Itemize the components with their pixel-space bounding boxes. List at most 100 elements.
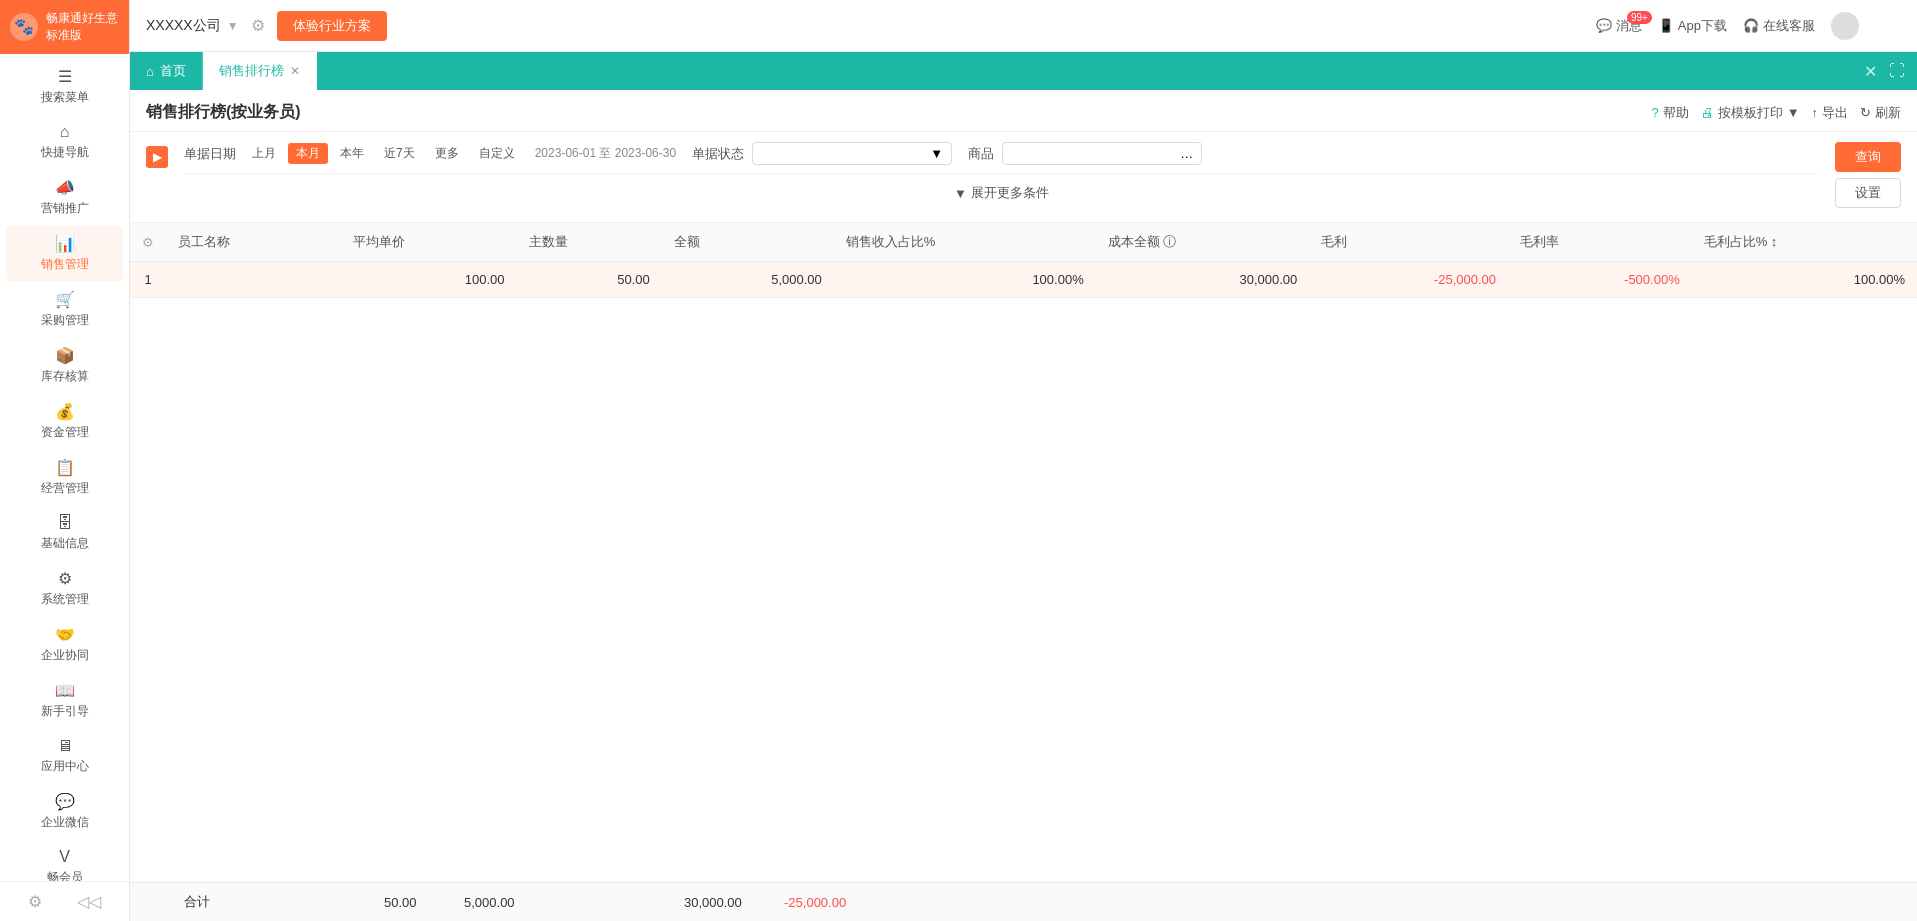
col-quantity: 主数量 xyxy=(517,223,662,262)
col-amount: 全额 xyxy=(662,223,834,262)
refresh-button[interactable]: ↻ 刷新 xyxy=(1860,104,1901,122)
sidebar-item-5[interactable]: 📦 库存核算 xyxy=(6,338,123,393)
nav-label-6: 资金管理 xyxy=(41,424,89,441)
nav-label-8: 基础信息 xyxy=(41,535,89,552)
nav-icon-13: 💬 xyxy=(55,792,75,811)
cell-gross-ratio: 100.00% xyxy=(1692,262,1917,298)
sidebar-item-14[interactable]: V 畅会员 xyxy=(6,840,123,881)
sidebar-item-3[interactable]: 📊销售管理 xyxy=(6,226,123,281)
tab-bar-controls: ✕ ⛶ xyxy=(1864,62,1917,81)
tab-bar: ⌂ 首页 销售排行榜 ✕ ✕ ⛶ xyxy=(130,52,1917,90)
print-chevron-icon: ▼ xyxy=(1787,105,1800,120)
user-avatar[interactable] xyxy=(1831,12,1859,40)
company-name: XXXXX公司 xyxy=(146,17,221,35)
nav-label-3: 销售管理 xyxy=(41,256,89,273)
col-cost: 成本全额 ⓘ xyxy=(1096,223,1310,262)
header-right: 💬 消息 99+ 📱 App下载 🎧 在线客服 xyxy=(1596,12,1901,40)
date-tabs: 上月 本月 本年 近7天 更多 自定义 xyxy=(244,143,523,164)
nav-icon-6: 💰 xyxy=(55,402,75,421)
date-tab-custom[interactable]: 自定义 xyxy=(471,143,523,164)
company-select[interactable]: XXXXX公司 ▼ xyxy=(146,17,239,35)
sidebar-item-6[interactable]: 💰 资金管理 xyxy=(6,394,123,449)
query-button[interactable]: 查询 xyxy=(1835,142,1901,172)
cell-employee xyxy=(166,262,341,298)
top-header: XXXXX公司 ▼ ⚙ 体验行业方案 💬 消息 99+ 📱 App下载 🎧 在线… xyxy=(130,0,1917,52)
page-content: 销售排行榜(按业务员) ? 帮助 🖨 按模板打印 ▼ ↑ 导出 xyxy=(130,90,1917,921)
nav-icon-5: 📦 xyxy=(55,346,75,365)
sidebar-item-2[interactable]: 📣营销推广 xyxy=(6,170,123,225)
col-gross: 毛利 xyxy=(1309,223,1508,262)
sidebar-item-11[interactable]: 📖新手引导 xyxy=(6,673,123,728)
sidebar: 🐾 畅康通好生意 标准版 ☰搜索菜单⌂快捷导航📣营销推广📊销售管理🛒采购管理📦库… xyxy=(0,0,130,921)
nav-icon-12: 🖥 xyxy=(57,737,73,755)
date-tab-last-month[interactable]: 上月 xyxy=(244,143,284,164)
sidebar-item-9[interactable]: ⚙系统管理 xyxy=(6,561,123,616)
help-icon: ? xyxy=(1651,105,1658,120)
nav-label-14: 畅会员 xyxy=(47,869,83,881)
table-row: 1 100.00 50.00 5,000.00 100.00% 30,000.0… xyxy=(130,262,1917,298)
col-gross-rate: 毛利率 xyxy=(1508,223,1692,262)
collapse-icon[interactable]: ◁◁ xyxy=(77,892,101,911)
cell-avg-price: 100.00 xyxy=(341,262,516,298)
footer-quantity: 50.00 xyxy=(372,895,452,910)
tab-sales-ranking[interactable]: 销售排行榜 ✕ xyxy=(203,52,317,90)
online-service-button[interactable]: 🎧 在线客服 xyxy=(1743,17,1815,35)
col-avg-price: 平均单价 xyxy=(341,223,516,262)
sidebar-item-7[interactable]: 📋 经营管理 xyxy=(6,450,123,505)
header-settings-icon[interactable]: ⚙ xyxy=(251,16,265,35)
sidebar-item-10[interactable]: 🤝企业协同 xyxy=(6,617,123,672)
sidebar-nav: ☰搜索菜单⌂快捷导航📣营销推广📊销售管理🛒采购管理 📦 库存核算 💰 资金管理 📋 经营管理… xyxy=(0,54,129,881)
filter-collapse-btn[interactable]: ▶ xyxy=(146,146,168,168)
goods-select[interactable]: … xyxy=(1002,142,1202,165)
nav-label-9: 系统管理 xyxy=(41,591,89,608)
col-settings[interactable]: ⚙ xyxy=(130,223,166,262)
status-select[interactable]: ▼ xyxy=(752,142,952,165)
date-filter: 单据日期 上月 本月 本年 近7天 更多 自定义 2023-06-01 至 20… xyxy=(184,143,676,164)
settings-bottom-icon[interactable]: ⚙ xyxy=(28,892,42,911)
tab-minimize-icon[interactable]: ✕ xyxy=(1864,62,1877,81)
export-button[interactable]: ↑ 导出 xyxy=(1812,104,1849,122)
cell-amount: 5,000.00 xyxy=(662,262,834,298)
sidebar-item-13[interactable]: 💬企业微信 xyxy=(6,784,123,839)
nav-label-11: 新手引导 xyxy=(41,703,89,720)
message-button[interactable]: 💬 消息 99+ xyxy=(1596,17,1642,35)
logo-text: 畅康通好生意 标准版 xyxy=(46,10,118,44)
nav-label-0: 搜索菜单 xyxy=(41,89,89,106)
date-tab-7days[interactable]: 近7天 xyxy=(376,143,423,164)
cell-quantity: 50.00 xyxy=(517,262,662,298)
export-icon: ↑ xyxy=(1812,105,1819,120)
trial-button[interactable]: 体验行业方案 xyxy=(277,11,387,41)
table-settings-button[interactable]: 设置 xyxy=(1835,178,1901,208)
expand-row: ▼ 展开更多条件 xyxy=(184,173,1819,212)
nav-icon-14: V xyxy=(59,848,70,866)
nav-icon-2: 📣 xyxy=(55,178,75,197)
right-buttons: 查询 设置 xyxy=(1835,142,1901,208)
nav-label-5: 库存核算 xyxy=(41,368,89,385)
nav-label-7: 经营管理 xyxy=(41,480,89,497)
nav-icon-4: 🛒 xyxy=(55,290,75,309)
help-button[interactable]: ? 帮助 xyxy=(1651,104,1688,122)
tab-close-icon[interactable]: ✕ xyxy=(290,64,300,78)
sidebar-item-0[interactable]: ☰搜索菜单 xyxy=(6,59,123,114)
sidebar-item-8[interactable]: 🗄基础信息 xyxy=(6,506,123,560)
date-filter-label: 单据日期 xyxy=(184,145,236,163)
tab-home[interactable]: ⌂ 首页 xyxy=(130,52,203,90)
date-tab-this-month[interactable]: 本月 xyxy=(288,143,328,164)
date-tab-this-year[interactable]: 本年 xyxy=(332,143,372,164)
expand-icon: ▼ xyxy=(954,186,967,201)
nav-icon-1: ⌂ xyxy=(60,123,70,141)
app-download-button[interactable]: 📱 App下载 xyxy=(1658,17,1727,35)
sidebar-item-4[interactable]: 🛒采购管理 xyxy=(6,282,123,337)
sidebar-bottom: ⚙ ◁◁ xyxy=(0,881,129,921)
template-print-button[interactable]: 🖨 按模板打印 ▼ xyxy=(1701,104,1800,122)
expand-conditions-btn[interactable]: ▼ 展开更多条件 xyxy=(954,178,1049,208)
date-tab-more[interactable]: 更多 xyxy=(427,143,467,164)
sidebar-item-1[interactable]: ⌂快捷导航 xyxy=(6,115,123,169)
page-actions: ? 帮助 🖨 按模板打印 ▼ ↑ 导出 ↻ 刷新 xyxy=(1651,104,1901,122)
tab-expand-icon[interactable]: ⛶ xyxy=(1889,62,1905,80)
cell-gross: -25,000.00 xyxy=(1309,262,1508,298)
nav-icon-7: 📋 xyxy=(55,458,75,477)
cell-sales-ratio: 100.00% xyxy=(834,262,1096,298)
sidebar-item-12[interactable]: 🖥应用中心 xyxy=(6,729,123,783)
nav-label-10: 企业协同 xyxy=(41,647,89,664)
